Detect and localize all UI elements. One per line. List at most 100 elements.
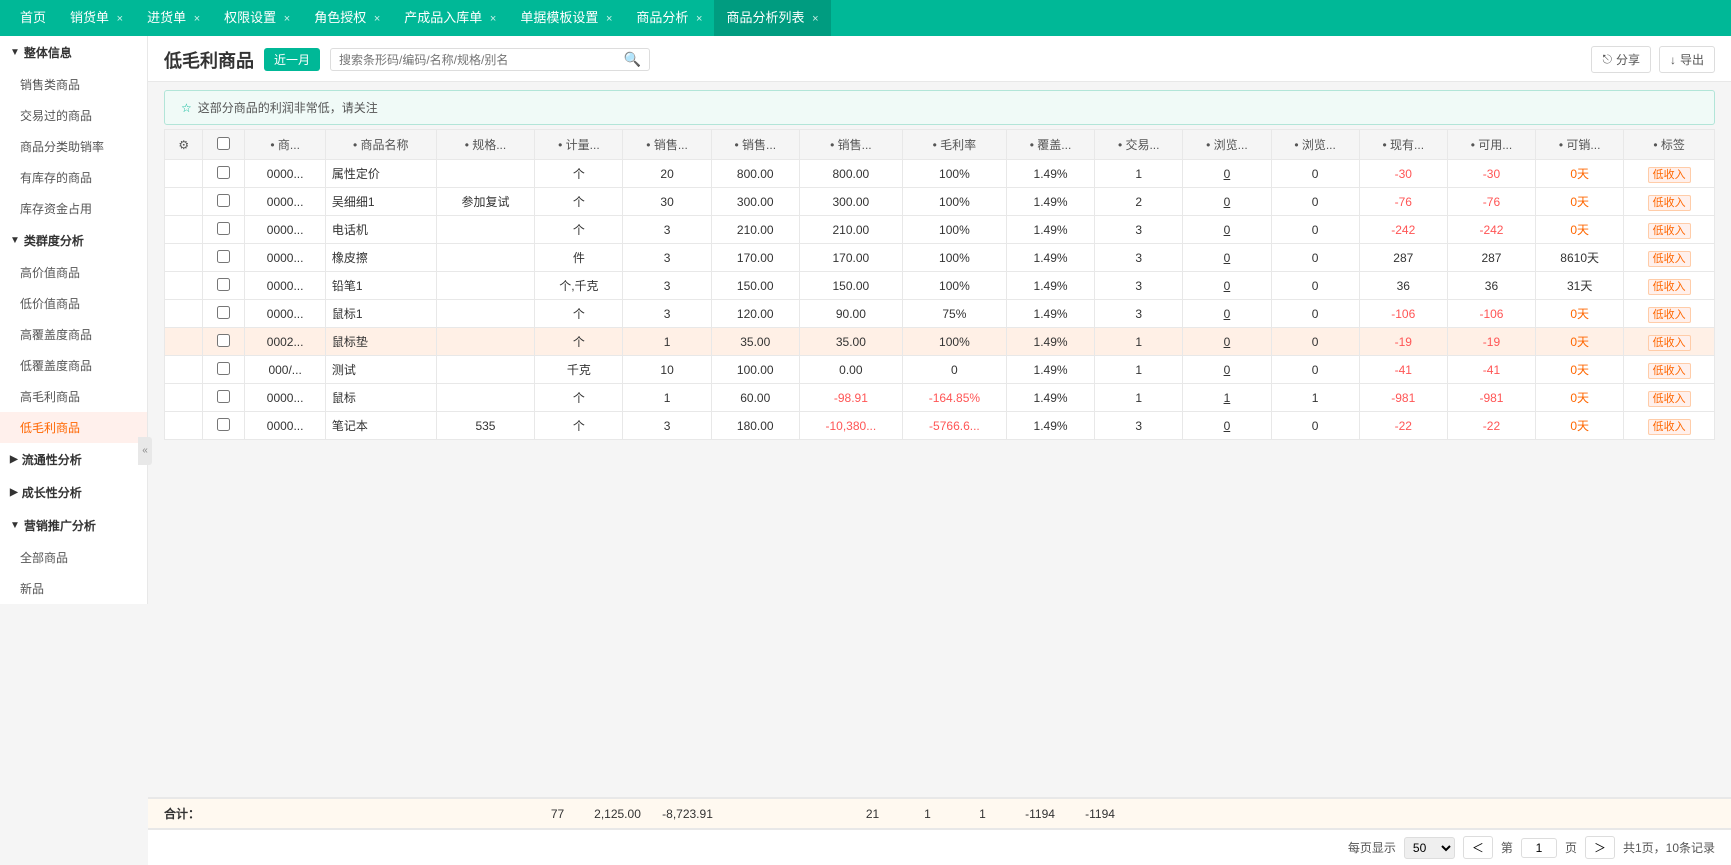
row-sales-amount: 300.00	[799, 188, 902, 216]
row-views1[interactable]: 0	[1183, 300, 1271, 328]
row-checkbox[interactable]	[203, 412, 245, 440]
row-checkbox[interactable]	[203, 356, 245, 384]
sidebar-group-growth[interactable]: ▶ 成长性分析	[0, 476, 147, 509]
sidebar-item-traded-goods[interactable]: 交易过的商品	[0, 100, 147, 131]
row-checkbox[interactable]	[203, 272, 245, 300]
nav-purchase[interactable]: 进货单 ×	[135, 0, 212, 36]
sidebar-item-new-goods[interactable]: 新品	[0, 573, 147, 604]
row-cover-rate: 1.49%	[1006, 300, 1094, 328]
row-views1[interactable]: 0	[1183, 356, 1271, 384]
row-unit: 个	[535, 412, 623, 440]
row-views1[interactable]: 0	[1183, 412, 1271, 440]
row-sales-price: 210.00	[711, 216, 799, 244]
nav-goods-analysis-list-close[interactable]: ×	[812, 13, 818, 25]
sidebar-item-sales-goods[interactable]: 销售类商品	[0, 69, 147, 100]
row-transactions: 1	[1095, 328, 1183, 356]
row-check[interactable]	[217, 362, 230, 375]
nav-goods-analysis-list[interactable]: 商品分析列表 ×	[714, 0, 830, 36]
select-all-checkbox[interactable]	[217, 137, 230, 150]
sidebar-item-capital[interactable]: 库存资金占用	[0, 193, 147, 224]
nav-product-entry-close[interactable]: ×	[490, 13, 496, 25]
row-check[interactable]	[217, 306, 230, 319]
col-settings[interactable]: ⚙	[165, 130, 203, 160]
sidebar-group-circulation[interactable]: ▶ 流通性分析	[0, 443, 147, 476]
row-settings	[165, 300, 203, 328]
row-views1[interactable]: 1	[1183, 384, 1271, 412]
row-name: 电话机	[325, 216, 436, 244]
row-checkbox[interactable]	[203, 384, 245, 412]
nav-template[interactable]: 单据模板设置 ×	[508, 0, 624, 36]
row-views1[interactable]: 0	[1183, 328, 1271, 356]
row-checkbox[interactable]	[203, 328, 245, 356]
row-sales-amount: 150.00	[799, 272, 902, 300]
nav-role[interactable]: 角色授权 ×	[302, 0, 392, 36]
nav-home[interactable]: 首页	[8, 0, 58, 36]
export-btn[interactable]: ↓ 导出	[1659, 46, 1715, 73]
row-check[interactable]	[217, 334, 230, 347]
row-views1[interactable]: 0	[1183, 188, 1271, 216]
per-page-select[interactable]: 50 100	[1404, 837, 1455, 859]
page-input[interactable]	[1521, 838, 1557, 858]
nav-product-entry[interactable]: 产成品入库单 ×	[392, 0, 508, 36]
sidebar-item-high-coverage[interactable]: 高覆盖度商品	[0, 319, 147, 350]
row-check[interactable]	[217, 194, 230, 207]
row-views1[interactable]: 0	[1183, 160, 1271, 188]
row-available: -106	[1447, 300, 1535, 328]
sidebar-item-all-goods[interactable]: 全部商品	[0, 542, 147, 573]
row-checkbox[interactable]	[203, 160, 245, 188]
nav-goods-analysis-close[interactable]: ×	[696, 13, 702, 25]
col-checkbox[interactable]	[203, 130, 245, 160]
nav-sales[interactable]: 销货单 ×	[58, 0, 135, 36]
col-code: • 商...	[245, 130, 325, 160]
nav-purchase-close[interactable]: ×	[194, 13, 200, 25]
prev-page-btn[interactable]: ＜	[1463, 836, 1493, 859]
nav-permission-close[interactable]: ×	[284, 13, 290, 25]
row-checkbox[interactable]	[203, 216, 245, 244]
row-check[interactable]	[217, 166, 230, 179]
next-page-btn[interactable]: ＞	[1585, 836, 1615, 859]
page-title: 低毛利商品	[164, 47, 254, 73]
total-views1: 1	[900, 807, 955, 821]
sidebar-item-low-coverage[interactable]: 低覆盖度商品	[0, 350, 147, 381]
collapse-sidebar-btn[interactable]: «	[138, 437, 152, 465]
nav-template-close[interactable]: ×	[606, 13, 612, 25]
nav-permission[interactable]: 权限设置 ×	[212, 0, 302, 36]
sidebar-item-high-margin[interactable]: 高毛利商品	[0, 381, 147, 412]
sidebar-item-stocked-goods[interactable]: 有库存的商品	[0, 162, 147, 193]
row-views1[interactable]: 0	[1183, 272, 1271, 300]
row-check[interactable]	[217, 418, 230, 431]
row-available: -242	[1447, 216, 1535, 244]
row-checkbox[interactable]	[203, 300, 245, 328]
filter-recent-month-btn[interactable]: 近一月	[264, 48, 320, 71]
row-cover-rate: 1.49%	[1006, 216, 1094, 244]
nav-goods-analysis[interactable]: 商品分析 ×	[624, 0, 714, 36]
row-sellable: 31天	[1536, 272, 1624, 300]
col-sales-qty: • 销售...	[623, 130, 711, 160]
row-check[interactable]	[217, 278, 230, 291]
sidebar-item-low-margin[interactable]: 低毛利商品	[0, 412, 147, 443]
row-checkbox[interactable]	[203, 244, 245, 272]
row-views1[interactable]: 0	[1183, 216, 1271, 244]
search-icon[interactable]: 🔍	[624, 51, 641, 68]
row-cover-rate: 1.49%	[1006, 384, 1094, 412]
row-unit: 个	[535, 300, 623, 328]
row-checkbox[interactable]	[203, 188, 245, 216]
share-btn[interactable]: ⎋ 分享	[1591, 46, 1651, 73]
sidebar-group-overall[interactable]: ▼ 整体信息	[0, 36, 147, 69]
nav-sales-close[interactable]: ×	[117, 13, 123, 25]
sidebar-item-category-rate[interactable]: 商品分类助销率	[0, 131, 147, 162]
sidebar-group-marketing[interactable]: ▼ 营销推广分析	[0, 509, 147, 542]
row-views1[interactable]: 0	[1183, 244, 1271, 272]
row-check[interactable]	[217, 222, 230, 235]
row-check[interactable]	[217, 390, 230, 403]
sidebar-group-cluster[interactable]: ▼ 类群度分析	[0, 224, 147, 257]
sidebar-item-high-value[interactable]: 高价值商品	[0, 257, 147, 288]
col-views1: • 浏览...	[1183, 130, 1271, 160]
row-code: 0000...	[245, 160, 325, 188]
page-suffix: 页	[1565, 839, 1577, 856]
nav-role-close[interactable]: ×	[374, 13, 380, 25]
sidebar-item-low-value[interactable]: 低价值商品	[0, 288, 147, 319]
search-input[interactable]	[339, 53, 624, 67]
row-transactions: 3	[1095, 216, 1183, 244]
row-check[interactable]	[217, 250, 230, 263]
